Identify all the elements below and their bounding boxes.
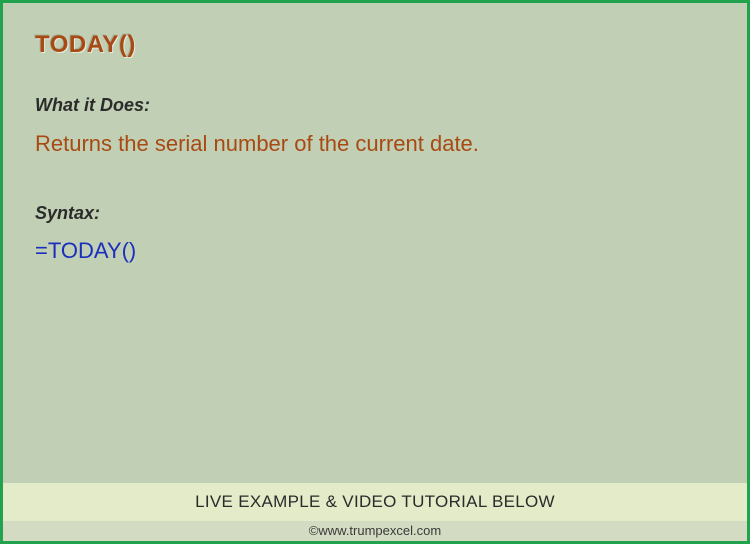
- copyright-text: ©www.trumpexcel.com: [3, 521, 747, 541]
- what-it-does-text: Returns the serial number of the current…: [35, 130, 715, 159]
- what-it-does-label: What it Does:: [35, 95, 715, 116]
- content-area: TODAY() What it Does: Returns the serial…: [3, 3, 747, 483]
- syntax-label: Syntax:: [35, 203, 715, 224]
- function-title: TODAY(): [35, 31, 715, 59]
- syntax-code: =TODAY(): [35, 238, 715, 264]
- footer-banner: LIVE EXAMPLE & VIDEO TUTORIAL BELOW: [3, 483, 747, 521]
- function-card: TODAY() What it Does: Returns the serial…: [0, 0, 750, 544]
